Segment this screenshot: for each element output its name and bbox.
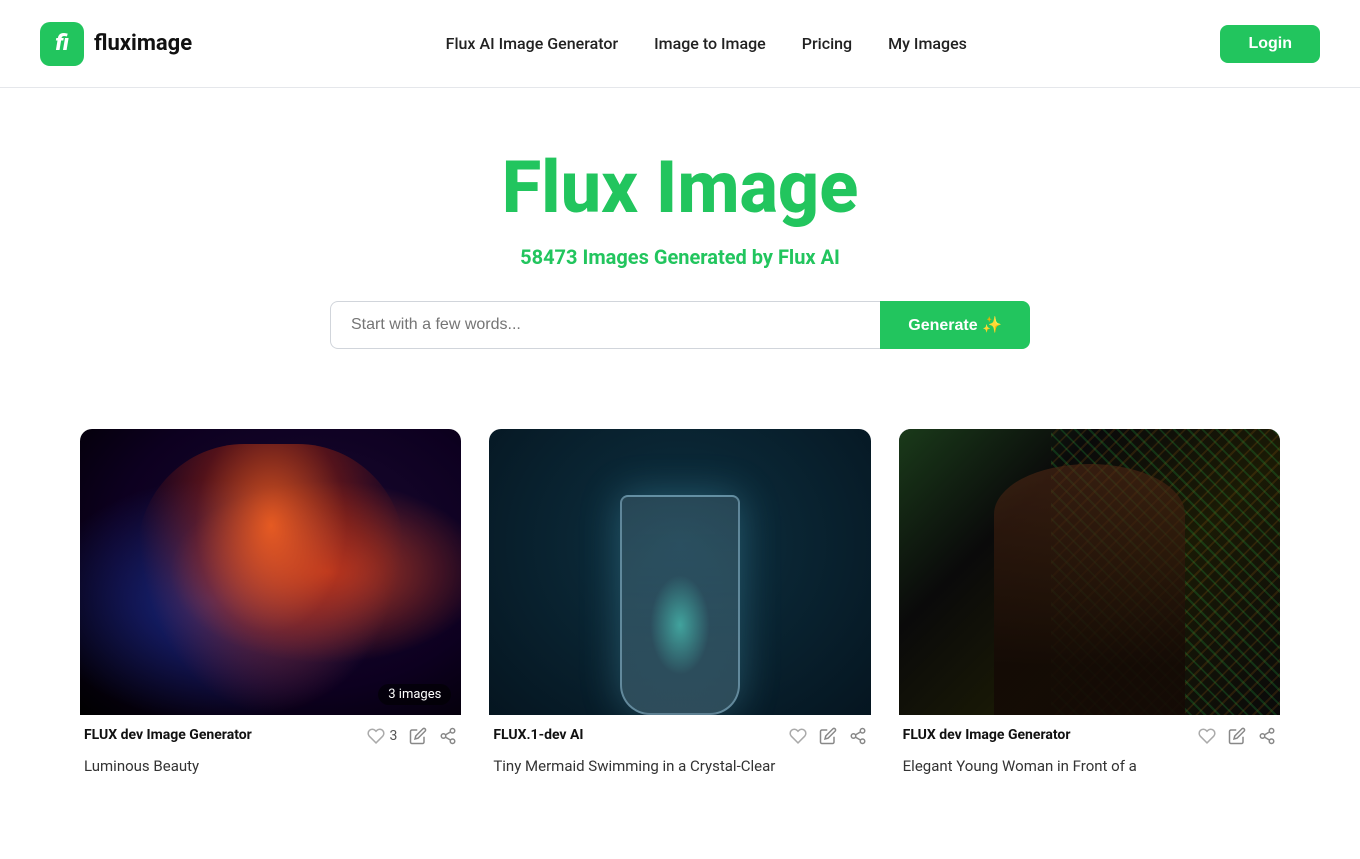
card-meta-1: FLUX dev Image Generator 3 Luminous Beau… xyxy=(80,715,461,779)
gallery-card-2: FLUX.1-dev AI Tiny Mermaid Swimming in a… xyxy=(489,429,870,779)
card-source-3: FLUX dev Image Generator xyxy=(903,727,1071,743)
logo-icon: fi xyxy=(40,22,84,66)
share-button-1[interactable] xyxy=(439,727,457,745)
generate-button[interactable]: Generate ✨ xyxy=(880,301,1030,349)
hero-section: Flux Image 58473 Images Generated by Flu… xyxy=(0,88,1360,389)
share-button-2[interactable] xyxy=(849,727,867,745)
like-button-1[interactable]: 3 xyxy=(367,727,397,745)
card-row-top-3: FLUX dev Image Generator xyxy=(903,727,1276,751)
nav-flux-ai[interactable]: Flux AI Image Generator xyxy=(446,34,618,53)
share-button-3[interactable] xyxy=(1258,727,1276,745)
edit-button-3[interactable] xyxy=(1228,727,1246,745)
logo-link[interactable]: fi fluximage xyxy=(40,22,192,66)
gallery-card-1: 3 images FLUX dev Image Generator 3 xyxy=(80,429,461,779)
card-row-top-1: FLUX dev Image Generator 3 xyxy=(84,727,457,751)
card-meta-3: FLUX dev Image Generator Elegant Young W… xyxy=(899,715,1280,779)
search-area: Generate ✨ xyxy=(330,301,1030,349)
main-nav: Flux AI Image Generator Image to Image P… xyxy=(446,34,967,53)
search-input[interactable] xyxy=(330,301,880,349)
edit-button-1[interactable] xyxy=(409,727,427,745)
card-actions-3 xyxy=(1198,727,1276,745)
hero-subtitle-text: Images Generated by Flux AI xyxy=(578,245,840,269)
card-title-3: Elegant Young Woman in Front of a xyxy=(903,757,1276,775)
card-row-top-2: FLUX.1-dev AI xyxy=(493,727,866,751)
like-count-1: 3 xyxy=(389,728,397,744)
gallery-card-3: FLUX dev Image Generator Elegant Young W… xyxy=(899,429,1280,779)
card-image-3 xyxy=(899,429,1280,715)
hero-subtitle: 58473 Images Generated by Flux AI xyxy=(20,245,1340,269)
card-actions-2 xyxy=(789,727,867,745)
hero-title: Flux Image xyxy=(20,148,1340,227)
card-image-1: 3 images xyxy=(80,429,461,715)
card-title-2: Tiny Mermaid Swimming in a Crystal-Clear xyxy=(493,757,866,775)
like-button-3[interactable] xyxy=(1198,727,1216,745)
figure-silhouette xyxy=(994,464,1185,716)
card-image-2 xyxy=(489,429,870,715)
nav-image-to-image[interactable]: Image to Image xyxy=(654,34,766,53)
image-decoration-1 xyxy=(137,444,404,716)
image-count-badge-1: 3 images xyxy=(378,684,451,705)
login-button[interactable]: Login xyxy=(1220,25,1320,63)
card-source-2: FLUX.1-dev AI xyxy=(493,727,583,743)
gallery-section: 3 images FLUX dev Image Generator 3 xyxy=(0,389,1360,839)
logo-name: fluximage xyxy=(94,31,192,56)
image-count: 58473 xyxy=(520,245,577,269)
card-meta-2: FLUX.1-dev AI Tiny Mermaid Swimming in a… xyxy=(489,715,870,779)
card-source-1: FLUX dev Image Generator xyxy=(84,727,252,743)
mermaid-decoration xyxy=(650,575,710,675)
header: fi fluximage Flux AI Image Generator Ima… xyxy=(0,0,1360,88)
card-actions-1: 3 xyxy=(367,727,457,745)
nav-pricing[interactable]: Pricing xyxy=(802,34,852,53)
edit-button-2[interactable] xyxy=(819,727,837,745)
nav-my-images[interactable]: My Images xyxy=(888,34,967,53)
like-button-2[interactable] xyxy=(789,727,807,745)
card-title-1: Luminous Beauty xyxy=(84,757,457,775)
